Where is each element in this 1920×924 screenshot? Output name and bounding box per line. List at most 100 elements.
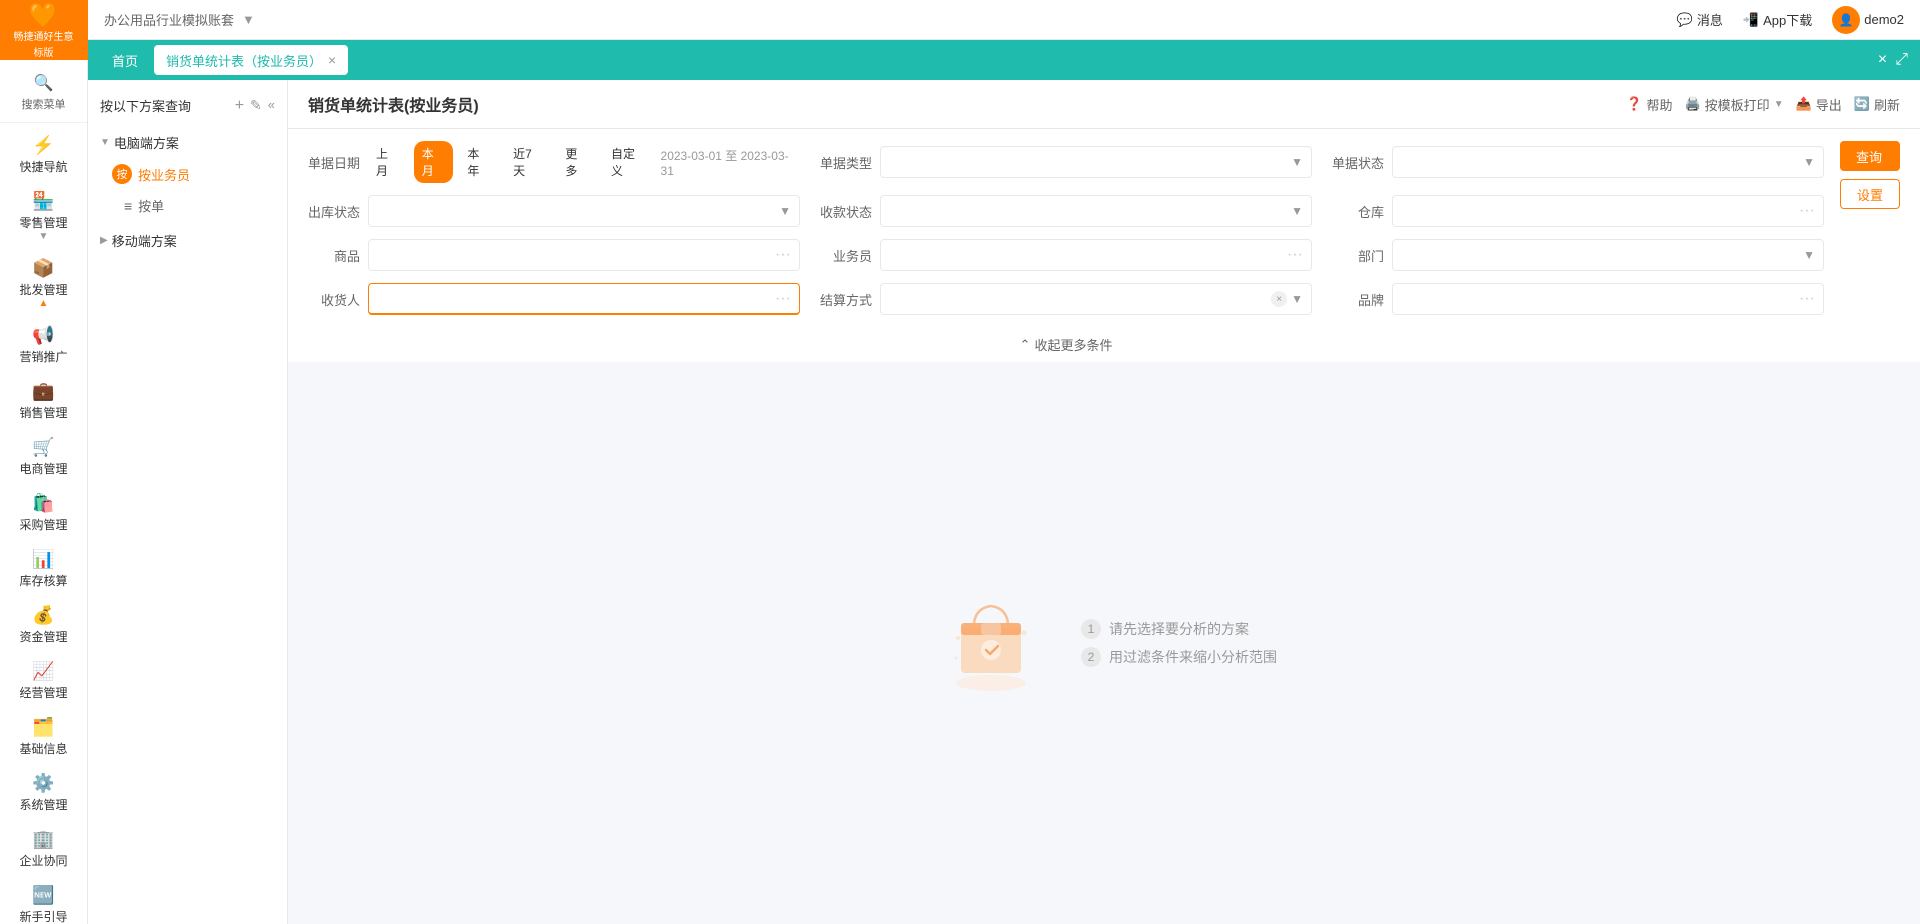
- logo-subtitle: 标版: [34, 44, 54, 59]
- export-button[interactable]: 📤 导出: [1796, 95, 1842, 114]
- window-maximize-icon[interactable]: ⤢: [1895, 51, 1908, 69]
- sidebar-item-marketing[interactable]: 📢 营销推广: [0, 317, 87, 373]
- sidebar-item-purchase[interactable]: 🛍️ 采购管理: [0, 485, 87, 541]
- add-scheme-icon[interactable]: +: [235, 97, 244, 115]
- hint-number-1: 1: [1081, 619, 1101, 639]
- scheme-by-order[interactable]: ≡ 按单: [88, 190, 287, 221]
- sidebar-item-newuser[interactable]: 🆕 新手引导: [0, 877, 87, 924]
- dept-control[interactable]: ▼: [1392, 239, 1824, 271]
- scheme-panel-actions: + ✎ «: [235, 97, 275, 115]
- print-button[interactable]: 🖨️ 按模板打印 ▼: [1684, 95, 1783, 114]
- collect-status-label: 收款状态: [820, 202, 880, 221]
- refresh-button[interactable]: 🔄 刷新: [1854, 95, 1900, 114]
- app-download-button[interactable]: 📲 App下载: [1743, 10, 1812, 29]
- search-menu-item[interactable]: 🔍 搜索菜单: [0, 60, 87, 123]
- tab-sales-stat[interactable]: 销货单统计表（按业务员） ×: [154, 45, 348, 75]
- desktop-scheme-header[interactable]: ▼ 电脑端方案: [88, 127, 287, 158]
- purchase-icon: 🛍️: [32, 493, 54, 514]
- mobile-scheme-header[interactable]: ▶ 移动端方案: [88, 225, 287, 256]
- salesperson-dots: ···: [1287, 246, 1303, 264]
- retail-label: 零售管理: [19, 214, 67, 231]
- quicknav-icon: ⚡: [32, 135, 54, 156]
- scheme-by-salesperson[interactable]: 按 按业务员: [88, 158, 287, 190]
- date-more-btn[interactable]: 更多: [557, 141, 597, 183]
- quicknav-label: 快捷导航: [19, 158, 67, 175]
- order-status-control[interactable]: ▼: [1392, 146, 1824, 178]
- collapse-button[interactable]: ⌃ 收起更多条件: [1020, 335, 1113, 354]
- salesperson-control[interactable]: ···: [880, 239, 1312, 271]
- help-button[interactable]: ❓ 帮助: [1626, 95, 1672, 114]
- date-this-year-btn[interactable]: 本年: [459, 141, 499, 183]
- ecommerce-icon: 🛒: [32, 437, 54, 458]
- message-button[interactable]: 💬 消息: [1677, 10, 1723, 29]
- receiver-control[interactable]: ···: [368, 283, 800, 315]
- sidebar-item-system[interactable]: ⚙️ 系统管理: [0, 765, 87, 821]
- inventory-icon: 📊: [32, 549, 54, 570]
- group-arrow-icon: ▼: [100, 137, 110, 148]
- finance-label: 资金管理: [19, 628, 67, 645]
- company-name: 办公用品行业模拟账套: [104, 10, 234, 29]
- collect-status-control[interactable]: ▼: [880, 195, 1312, 227]
- sidebar-item-basic[interactable]: 🗂️ 基础信息: [0, 709, 87, 765]
- order-type-control[interactable]: ▼: [880, 146, 1312, 178]
- user-profile[interactable]: 👤 demo2: [1832, 6, 1904, 34]
- window-close-icon[interactable]: ×: [1878, 51, 1887, 69]
- settle-control[interactable]: × ▼: [880, 283, 1312, 315]
- out-status-control[interactable]: ▼: [368, 195, 800, 227]
- wholesale-icon: 📦: [32, 258, 54, 279]
- page-header: 销货单统计表(按业务员) ❓ 帮助 🖨️ 按模板打印 ▼ 📤 导出: [288, 80, 1920, 129]
- goods-control[interactable]: ···: [368, 239, 800, 271]
- brand-control[interactable]: ···: [1392, 283, 1824, 315]
- company-selector[interactable]: 办公用品行业模拟账套 ▼: [104, 10, 255, 29]
- settings-button[interactable]: 设置: [1840, 179, 1900, 209]
- sidebar-item-finance[interactable]: 💰 资金管理: [0, 597, 87, 653]
- retail-icon: 🏪: [32, 191, 54, 212]
- sidebar-item-retail[interactable]: 🏪 零售管理 ▼: [0, 183, 87, 250]
- sidebar-item-quicknav[interactable]: ⚡ 快捷导航: [0, 127, 87, 183]
- sidebar-item-inventory[interactable]: 📊 库存核算: [0, 541, 87, 597]
- date-custom-btn[interactable]: 自定义: [603, 141, 655, 183]
- finance-icon: 💰: [32, 605, 54, 626]
- collect-status-item: 收款状态 ▼: [820, 195, 1312, 227]
- warehouse-control[interactable]: ···: [1392, 195, 1824, 227]
- sidebar-item-ecommerce[interactable]: 🛒 电商管理: [0, 429, 87, 485]
- out-status-label: 出库状态: [308, 202, 368, 221]
- sidebar-item-wholesale[interactable]: 📦 批发管理 ▲: [0, 250, 87, 317]
- main-area: 办公用品行业模拟账套 ▼ 💬 消息 📲 App下载 👤 demo2 首页: [88, 0, 1920, 924]
- order-scheme-label: 按单: [138, 196, 164, 215]
- collapse-panel-icon[interactable]: «: [268, 97, 275, 115]
- hint-number-2: 2: [1081, 647, 1101, 667]
- edit-scheme-icon[interactable]: ✎: [250, 97, 262, 115]
- hint-text-1: 请先选择要分析的方案: [1109, 619, 1249, 639]
- salesperson-label: 业务员: [820, 246, 880, 265]
- sidebar-nav: ⚡ 快捷导航 🏪 零售管理 ▼ 📦 批发管理 ▲ 📢 营销推广 💼 销售管理 🛒…: [0, 123, 87, 924]
- avatar-img: 👤: [1839, 13, 1854, 27]
- print-dropdown-icon[interactable]: ▼: [1774, 99, 1784, 110]
- date-this-month-btn[interactable]: 本月: [414, 141, 454, 183]
- date-range-text: 2023-03-01 至 2023-03-31: [661, 147, 800, 178]
- top-actions: 💬 消息 📲 App下载 👤 demo2: [1677, 6, 1904, 34]
- sidebar-item-operations[interactable]: 📈 经营管理: [0, 653, 87, 709]
- refresh-icon: 🔄: [1854, 96, 1870, 112]
- mobile-arrow-icon: ▶: [100, 235, 108, 246]
- left-scheme-panel: 按以下方案查询 + ✎ « ▼ 电脑端方案 按 按业务员 ≡ 按单: [88, 80, 288, 924]
- system-label: 系统管理: [19, 796, 67, 813]
- sidebar-item-enterprise[interactable]: 🏢 企业协同: [0, 821, 87, 877]
- settle-item: 结算方式 × ▼: [820, 283, 1312, 315]
- empty-hint-2: 2 用过滤条件来缩小分析范围: [1081, 647, 1277, 667]
- brand-label: 品牌: [1332, 290, 1392, 309]
- date-7days-btn[interactable]: 近7天: [505, 141, 551, 183]
- dept-label: 部门: [1332, 246, 1392, 265]
- avatar: 👤: [1832, 6, 1860, 34]
- sidebar-item-sales[interactable]: 💼 销售管理: [0, 373, 87, 429]
- settle-clear-btn[interactable]: ×: [1271, 291, 1287, 307]
- tab-active-label: 销货单统计表（按业务员）: [166, 51, 322, 70]
- tab-close-icon[interactable]: ×: [328, 52, 336, 68]
- tab-bar: 首页 销货单统计表（按业务员） × × ⤢: [88, 40, 1920, 80]
- tab-home[interactable]: 首页: [100, 45, 150, 75]
- download-icon: 📲: [1743, 12, 1759, 28]
- filter-row-3: 商品 ··· 业务员 ···: [308, 239, 1824, 271]
- date-prev-month-btn[interactable]: 上月: [368, 141, 408, 183]
- empty-state-image: [931, 583, 1051, 703]
- query-button[interactable]: 查询: [1840, 141, 1900, 171]
